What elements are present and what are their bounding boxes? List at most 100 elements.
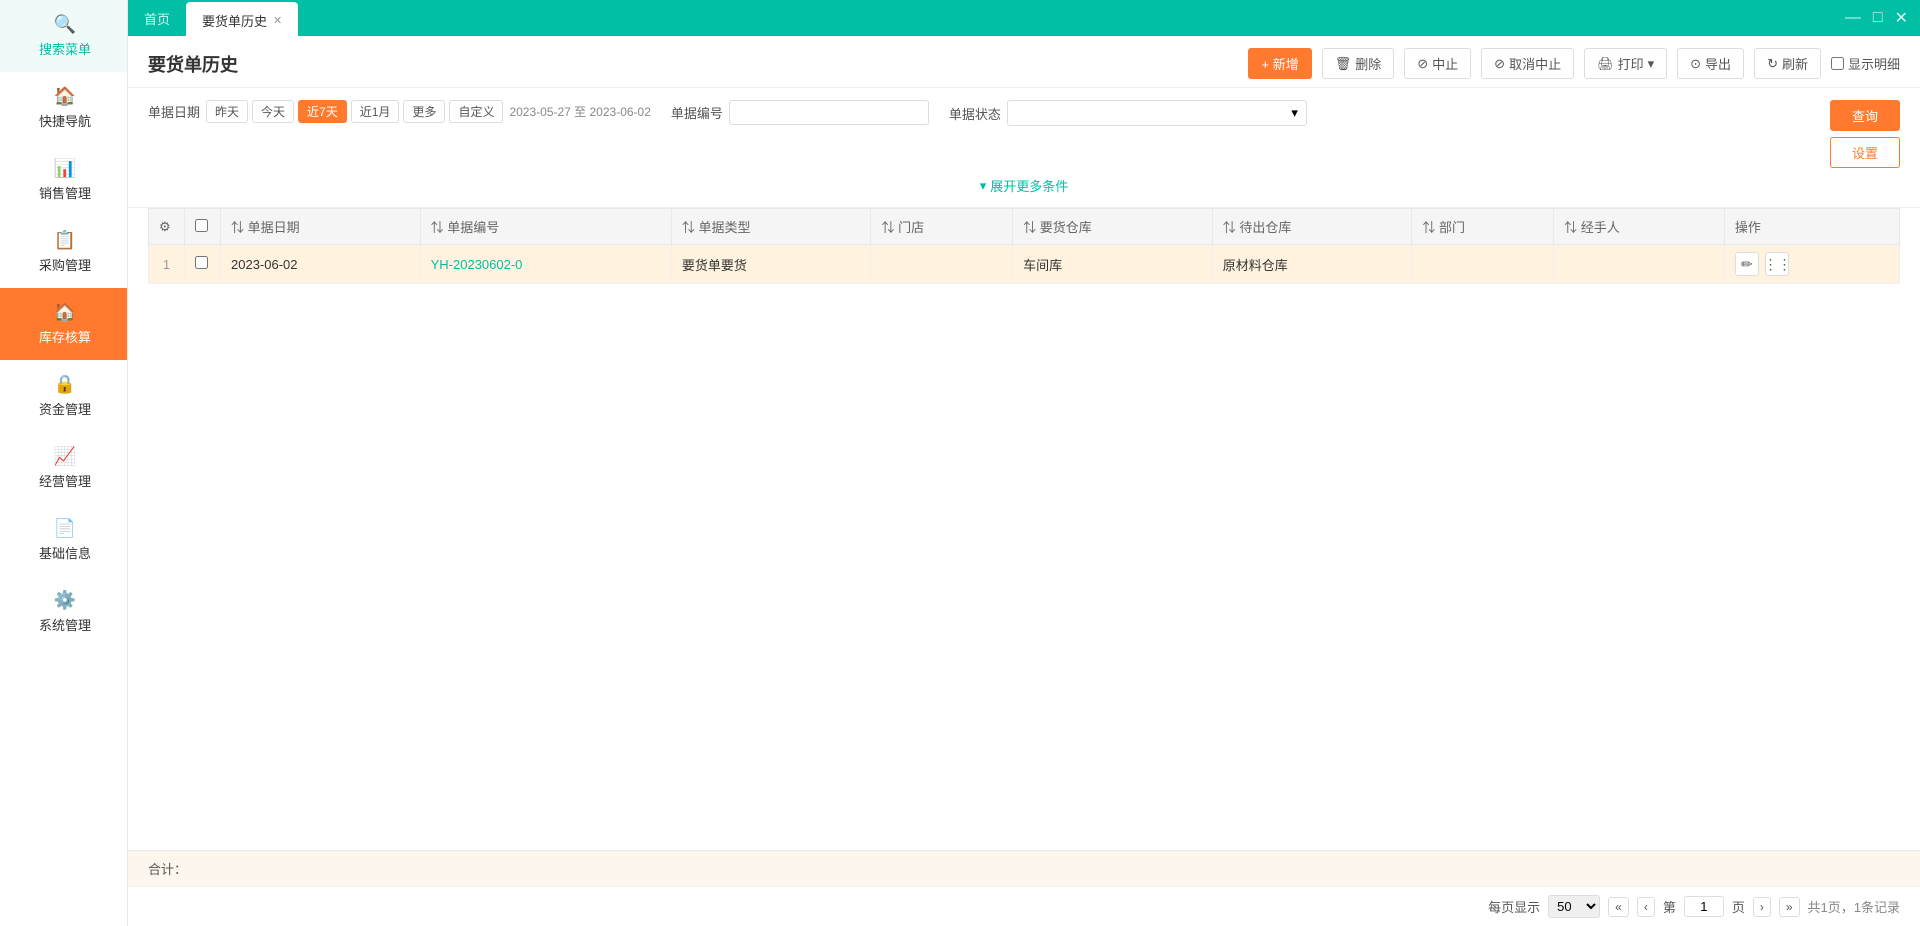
- sidebar-item-base-info[interactable]: 📄 基础信息: [0, 504, 127, 576]
- col-checkbox[interactable]: [185, 209, 221, 245]
- status-select-wrapper: ▾: [1007, 100, 1307, 126]
- window-minimize-icon[interactable]: —: [1845, 9, 1861, 27]
- col-pending-warehouse[interactable]: ⇅ 待出仓库: [1212, 209, 1412, 245]
- page-size-label: 每页显示: [1488, 897, 1540, 916]
- col-handler[interactable]: ⇅ 经手人: [1554, 209, 1725, 245]
- sidebar-item-inventory[interactable]: 🏠 库存核算: [0, 288, 127, 360]
- main-content: 首页 要货单历史 ✕ — □ ✕ 要货单历史 + 新增 🗑 删除 ⊘: [128, 0, 1920, 926]
- window-close-icon[interactable]: ✕: [1895, 8, 1908, 28]
- col-order-type[interactable]: ⇅ 单据类型: [671, 209, 871, 245]
- table-settings-icon[interactable]: ⚙: [159, 219, 171, 234]
- page-content: 要货单历史 + 新增 🗑 删除 ⊘ 中止 ⊘ 取消中止 🖨 打印: [128, 36, 1920, 926]
- select-all-checkbox[interactable]: [195, 219, 208, 232]
- sidebar-item-purchase-mgmt[interactable]: 📋 采购管理: [0, 216, 127, 288]
- next-page-btn[interactable]: ›: [1753, 897, 1771, 917]
- show-detail-checkbox-label[interactable]: 显示明细: [1831, 54, 1900, 73]
- lock-icon: 🔒: [54, 374, 76, 395]
- status-label: 单据状态: [949, 104, 1001, 123]
- sort-icon: ⇅: [1564, 220, 1577, 235]
- order-no-input[interactable]: [729, 100, 929, 125]
- sort-icon: ⇅: [682, 220, 695, 235]
- status-select[interactable]: ▾: [1007, 100, 1307, 126]
- status-filter: 单据状态 ▾: [949, 100, 1810, 126]
- date-shortcuts: 昨天 今天 近7天 近1月 更多 自定义: [206, 100, 503, 123]
- row-order-type: 要货单要货: [671, 245, 871, 284]
- print-button[interactable]: 🖨 打印 ▾: [1584, 48, 1667, 79]
- date-btn-custom[interactable]: 自定义: [449, 100, 503, 123]
- sidebar: 🔍 搜索菜单 🏠 快捷导航 📊 销售管理 📋 采购管理 🏠 库存核算 🔒 资金管…: [0, 0, 128, 926]
- show-detail-checkbox[interactable]: [1831, 57, 1844, 70]
- sidebar-item-sales-mgmt[interactable]: 📊 销售管理: [0, 144, 127, 216]
- row-edit-btn[interactable]: ✏: [1735, 252, 1759, 276]
- settings-button[interactable]: 设置: [1830, 137, 1900, 168]
- col-settings[interactable]: ⚙: [149, 209, 185, 245]
- first-page-btn[interactable]: «: [1608, 897, 1629, 917]
- col-date[interactable]: ⇅ 单据日期: [221, 209, 421, 245]
- date-btn-7days[interactable]: 近7天: [298, 100, 347, 123]
- row-select-checkbox[interactable]: [195, 256, 208, 269]
- gear-icon: ⚙️: [54, 590, 76, 611]
- clipboard-icon: 📋: [54, 230, 76, 251]
- suspend-button[interactable]: ⊘ 中止: [1404, 48, 1471, 79]
- filter-row: 单据日期 昨天 今天 近7天 近1月 更多 自定义 2023-05-27 至 2…: [148, 100, 1900, 168]
- tab-home[interactable]: 首页: [128, 0, 186, 36]
- date-btn-more[interactable]: 更多: [403, 100, 445, 123]
- sidebar-item-label: 经营管理: [39, 471, 91, 490]
- table-container[interactable]: ⚙ ⇅ 单据日期 ⇅ 单据编号 ⇅ 单据类型: [128, 208, 1920, 850]
- date-btn-today[interactable]: 今天: [252, 100, 294, 123]
- sort-icon: ⇅: [881, 220, 894, 235]
- sidebar-item-finance-mgmt[interactable]: 🔒 资金管理: [0, 360, 127, 432]
- new-button[interactable]: + 新增: [1248, 48, 1311, 79]
- col-dept[interactable]: ⇅ 部门: [1412, 209, 1554, 245]
- sidebar-item-label: 基础信息: [39, 543, 91, 562]
- refresh-icon: ↻: [1767, 56, 1778, 72]
- doc-icon: 📄: [54, 518, 76, 539]
- page-size-select[interactable]: 10 20 50 100: [1548, 895, 1600, 918]
- delete-icon: 🗑: [1335, 56, 1352, 72]
- sidebar-item-label: 搜索菜单: [39, 39, 91, 58]
- expand-more-btn[interactable]: ▾ 展开更多条件: [148, 176, 1900, 195]
- last-page-btn[interactable]: »: [1779, 897, 1800, 917]
- export-button[interactable]: ⊙ 导出: [1677, 48, 1744, 79]
- table-footer-summary: 合计：: [128, 850, 1920, 886]
- cancel-suspend-button[interactable]: ⊘ 取消中止: [1481, 48, 1574, 79]
- col-order-no[interactable]: ⇅ 单据编号: [420, 209, 671, 245]
- order-no-link[interactable]: YH-20230602-0: [431, 257, 523, 272]
- prev-page-btn[interactable]: ‹: [1637, 897, 1655, 917]
- delete-button[interactable]: 🗑 删除: [1322, 48, 1395, 79]
- suspend-icon: ⊘: [1417, 56, 1428, 72]
- home-icon: 🏠: [54, 86, 76, 107]
- print-icon: 🖨: [1597, 56, 1614, 72]
- query-button[interactable]: 查询: [1830, 100, 1900, 131]
- tab-home-label: 首页: [144, 9, 170, 28]
- col-req-warehouse[interactable]: ⇅ 要货仓库: [1013, 209, 1213, 245]
- row-action: ✏ ⋮⋮: [1724, 245, 1899, 284]
- date-btn-1month[interactable]: 近1月: [351, 100, 400, 123]
- row-req-warehouse: 车间库: [1013, 245, 1213, 284]
- sidebar-item-quick-nav[interactable]: 🏠 快捷导航: [0, 72, 127, 144]
- tab-close-icon[interactable]: ✕: [273, 14, 282, 27]
- date-range-display: 2023-05-27 至 2023-06-02: [509, 103, 650, 120]
- tab-order-history-label: 要货单历史: [202, 11, 267, 30]
- row-more-btn[interactable]: ⋮⋮: [1765, 252, 1789, 276]
- sidebar-item-sys-mgmt[interactable]: ⚙️ 系统管理: [0, 576, 127, 648]
- page-title: 要货单历史: [148, 51, 238, 77]
- sidebar-item-search-menu[interactable]: 🔍 搜索菜单: [0, 0, 127, 72]
- window-maximize-icon[interactable]: □: [1873, 9, 1883, 27]
- date-btn-yesterday[interactable]: 昨天: [206, 100, 248, 123]
- sidebar-item-ops-mgmt[interactable]: 📈 经营管理: [0, 432, 127, 504]
- row-handler: [1554, 245, 1725, 284]
- page-input[interactable]: [1684, 896, 1724, 917]
- status-dropdown-icon: ▾: [1291, 105, 1298, 121]
- chart-icon: 📊: [54, 158, 76, 179]
- tab-order-history[interactable]: 要货单历史 ✕: [186, 2, 298, 38]
- row-checkbox[interactable]: [185, 245, 221, 284]
- search-icon: 🔍: [54, 14, 76, 35]
- row-pending-warehouse: 原材料仓库: [1212, 245, 1412, 284]
- page-header: 要货单历史 + 新增 🗑 删除 ⊘ 中止 ⊘ 取消中止 🖨 打印: [128, 36, 1920, 88]
- col-store[interactable]: ⇅ 门店: [871, 209, 1013, 245]
- sort-icon: ⇅: [431, 220, 444, 235]
- refresh-button[interactable]: ↻ 刷新: [1754, 48, 1821, 79]
- row-order-no: YH-20230602-0: [420, 245, 671, 284]
- page-label: 第: [1663, 897, 1676, 916]
